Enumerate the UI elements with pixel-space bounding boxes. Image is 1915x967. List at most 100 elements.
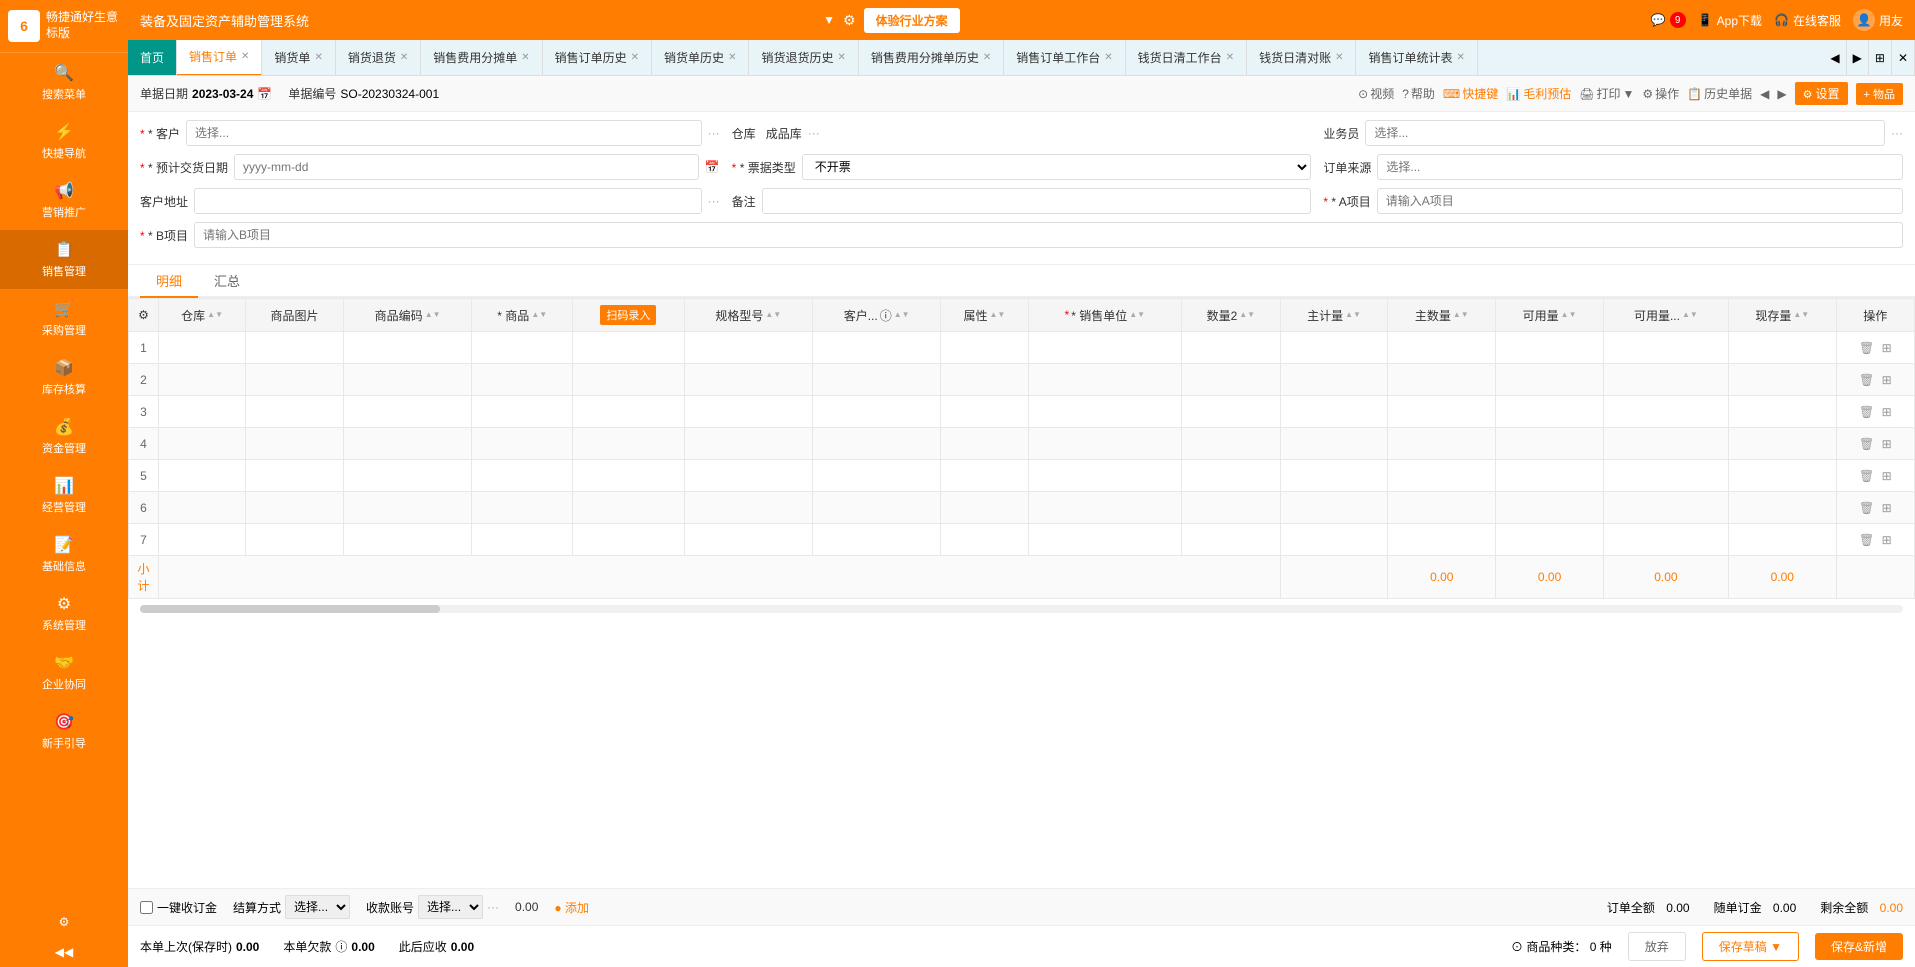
tab-close-3[interactable]: ✕ [400, 52, 408, 63]
save-draft-btn[interactable]: 保存草稿 ▼ [1702, 932, 1799, 961]
tab-close-all-btn[interactable]: ✕ [1892, 40, 1915, 76]
cell-available[interactable] [1496, 332, 1604, 364]
app-download-btn[interactable]: 📱 App下载 [1698, 12, 1762, 29]
order-source-input[interactable] [1377, 154, 1903, 180]
cell-unit[interactable] [1028, 460, 1182, 492]
cell-customer-code[interactable] [812, 332, 940, 364]
cell-product[interactable] [472, 332, 573, 364]
cell-available[interactable] [1496, 428, 1604, 460]
cell-code[interactable] [343, 364, 471, 396]
remarks-input[interactable] [762, 188, 1312, 214]
cell-qty2[interactable] [1182, 364, 1281, 396]
profit-btn[interactable]: 📊 毛利预估 [1506, 85, 1571, 102]
account-more-icon[interactable]: ··· [487, 900, 499, 914]
copy-icon[interactable]: ⊞ [1882, 405, 1892, 419]
cell-warehouse[interactable] [159, 460, 246, 492]
cell-warehouse[interactable] [159, 332, 246, 364]
invoice-type-select[interactable]: 不开票 [802, 154, 1312, 180]
cell-code[interactable] [343, 332, 471, 364]
tab-10[interactable]: 钱货日清工作台✕ [1126, 40, 1247, 76]
cell-stock[interactable] [1728, 460, 1836, 492]
col-config[interactable]: ⚙ [129, 299, 159, 332]
horizontal-scrollbar[interactable] [128, 599, 1915, 619]
address-input[interactable] [194, 188, 702, 214]
cell-main-unit[interactable] [1280, 332, 1388, 364]
scan-btn[interactable]: 扫码录入 [600, 305, 656, 325]
cell-qty2[interactable] [1182, 396, 1281, 428]
sidebar-item-3[interactable]: 📋 销售管理 [0, 230, 128, 289]
sidebar-item-2[interactable]: 📢 营销推广 [0, 171, 128, 230]
tab-9[interactable]: 销售订单工作台✕ [1004, 40, 1125, 76]
cell-available2[interactable] [1603, 524, 1728, 556]
cell-product[interactable] [472, 460, 573, 492]
col-customer-code[interactable]: 客户... ⓘ ▲▼ [812, 299, 940, 332]
msg-icon-btn[interactable]: 💬 9 [1651, 12, 1686, 28]
cell-available[interactable] [1496, 460, 1604, 492]
circle-icon[interactable]: ⊙ [1511, 940, 1523, 954]
tab-close-9[interactable]: ✕ [1104, 52, 1112, 63]
cell-main-unit[interactable] [1280, 396, 1388, 428]
sidebar-item-6[interactable]: 💰 资金管理 [0, 407, 128, 466]
cell-product[interactable] [472, 524, 573, 556]
save-new-btn[interactable]: 保存&新增 [1815, 933, 1903, 960]
cell-unit[interactable] [1028, 364, 1182, 396]
col-main-unit[interactable]: 主计量▲▼ [1280, 299, 1388, 332]
delete-icon[interactable]: 🗑 [1859, 533, 1874, 547]
col-available[interactable]: 可用量▲▼ [1496, 299, 1604, 332]
tab-3[interactable]: 销货退货✕ [336, 40, 421, 76]
settlement-select[interactable]: 选择... [285, 895, 350, 919]
col-available2[interactable]: 可用量...▲▼ [1603, 299, 1728, 332]
sidebar-item-11[interactable]: 🎯 新手引导 [0, 702, 128, 761]
col-product[interactable]: * 商品▲▼ [472, 299, 573, 332]
tab-close-7[interactable]: ✕ [837, 52, 845, 63]
cell-main-unit[interactable] [1280, 524, 1388, 556]
cell-unit[interactable] [1028, 396, 1182, 428]
sidebar-item-8[interactable]: 📝 基础信息 [0, 525, 128, 584]
cell-main-qty[interactable] [1388, 492, 1496, 524]
cell-available[interactable] [1496, 396, 1604, 428]
tab-close-5[interactable]: ✕ [631, 52, 639, 63]
add-payment-btn[interactable]: ● 添加 [554, 899, 589, 916]
delete-icon[interactable]: 🗑 [1859, 501, 1874, 515]
user-menu[interactable]: 👤 用友 [1853, 9, 1903, 31]
col-scan[interactable]: 扫码录入 [573, 299, 684, 332]
account-select[interactable]: 选择... [418, 895, 483, 919]
warehouse-more-icon[interactable]: ··· [808, 126, 820, 140]
tab-6[interactable]: 销货单历史✕ [652, 40, 749, 76]
discard-btn[interactable]: 放弃 [1628, 932, 1686, 961]
cell-customer-code[interactable] [812, 396, 940, 428]
col-spec[interactable]: 规格型号▲▼ [684, 299, 812, 332]
one-click-checkbox[interactable] [140, 901, 153, 914]
tab-close-11[interactable]: ✕ [1335, 52, 1343, 63]
tab-close-12[interactable]: ✕ [1457, 52, 1465, 63]
delete-icon[interactable]: 🗑 [1859, 405, 1874, 419]
industry-btn[interactable]: 体验行业方案 [864, 8, 960, 33]
cell-customer-code[interactable] [812, 364, 940, 396]
sidebar-item-4[interactable]: 🛒 采购管理 [0, 289, 128, 348]
print-btn[interactable]: 🖨 打印 ▼ [1579, 85, 1634, 102]
cell-available[interactable] [1496, 524, 1604, 556]
tab-prev-btn[interactable]: ◀ [1824, 40, 1846, 76]
sidebar-collapse[interactable]: ◀◀ [0, 937, 128, 967]
cell-stock[interactable] [1728, 524, 1836, 556]
copy-icon[interactable]: ⊞ [1882, 533, 1892, 547]
cell-available2[interactable] [1603, 492, 1728, 524]
cell-unit[interactable] [1028, 332, 1182, 364]
cell-customer-code[interactable] [812, 524, 940, 556]
tab-next-btn[interactable]: ▶ [1847, 40, 1869, 76]
one-click-label[interactable]: 一键收订金 [140, 899, 217, 916]
cell-main-unit[interactable] [1280, 364, 1388, 396]
copy-icon[interactable]: ⊞ [1882, 437, 1892, 451]
cell-main-qty[interactable] [1388, 428, 1496, 460]
cell-spec[interactable] [684, 364, 812, 396]
cell-unit[interactable] [1028, 428, 1182, 460]
staff-more-icon[interactable]: ··· [1891, 126, 1903, 140]
cell-available[interactable] [1496, 492, 1604, 524]
cell-code[interactable] [343, 428, 471, 460]
cell-qty2[interactable] [1182, 524, 1281, 556]
view-btn[interactable]: ⊙ 视频 [1358, 85, 1394, 102]
tab-summary[interactable]: 汇总 [198, 265, 256, 296]
cell-main-unit[interactable] [1280, 428, 1388, 460]
customer-more-icon[interactable]: ··· [708, 126, 720, 140]
cell-warehouse[interactable] [159, 492, 246, 524]
